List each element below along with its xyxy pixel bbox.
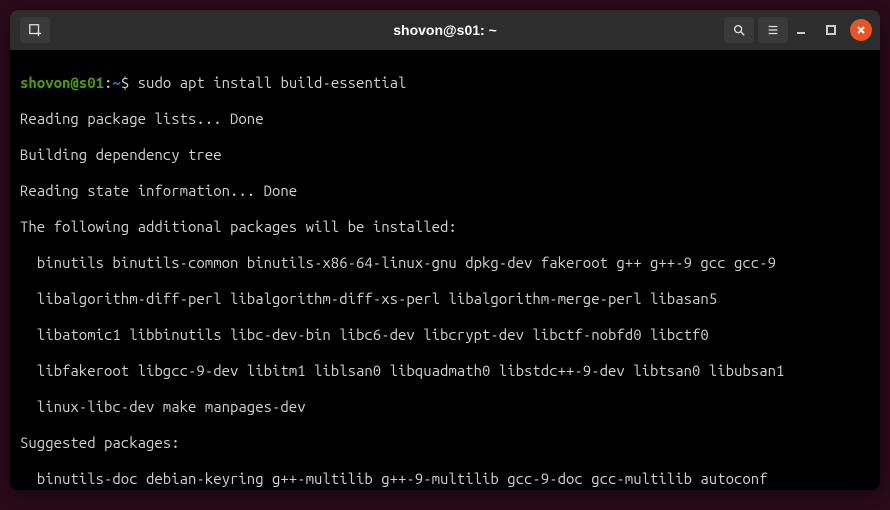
output-line: Suggested packages: — [20, 434, 870, 452]
search-button[interactable] — [724, 17, 754, 43]
output-line: Building dependency tree — [20, 146, 870, 164]
output-line: The following additional packages will b… — [20, 218, 870, 236]
menu-button[interactable] — [758, 17, 788, 43]
command-text: sudo apt install build-essential — [138, 74, 407, 91]
output-line: linux-libc-dev make manpages-dev — [20, 398, 870, 416]
output-line: binutils binutils-common binutils-x86-64… — [20, 254, 870, 272]
maximize-button[interactable] — [820, 19, 842, 41]
output-line: binutils-doc debian-keyring g++-multilib… — [20, 470, 870, 488]
prompt-line: shovon@s01:~$ sudo apt install build-ess… — [20, 74, 870, 92]
output-line: Reading state information... Done — [20, 182, 870, 200]
output-line: libatomic1 libbinutils libc-dev-bin libc… — [20, 326, 870, 344]
output-line: Reading package lists... Done — [20, 110, 870, 128]
minimize-button[interactable] — [790, 19, 812, 41]
prompt-path: ~ — [112, 74, 120, 91]
prompt-user-host: shovon@s01 — [20, 74, 104, 91]
new-tab-button[interactable] — [20, 17, 50, 43]
output-line: libalgorithm-diff-perl libalgorithm-diff… — [20, 290, 870, 308]
terminal-body[interactable]: shovon@s01:~$ sudo apt install build-ess… — [10, 50, 880, 490]
terminal-window: shovon@s01: ~ shovon@s01:~$ sudo apt ins… — [10, 10, 880, 490]
output-line: libfakeroot libgcc-9-dev libitm1 liblsan… — [20, 362, 870, 380]
close-button[interactable] — [850, 19, 872, 41]
titlebar: shovon@s01: ~ — [10, 10, 880, 50]
